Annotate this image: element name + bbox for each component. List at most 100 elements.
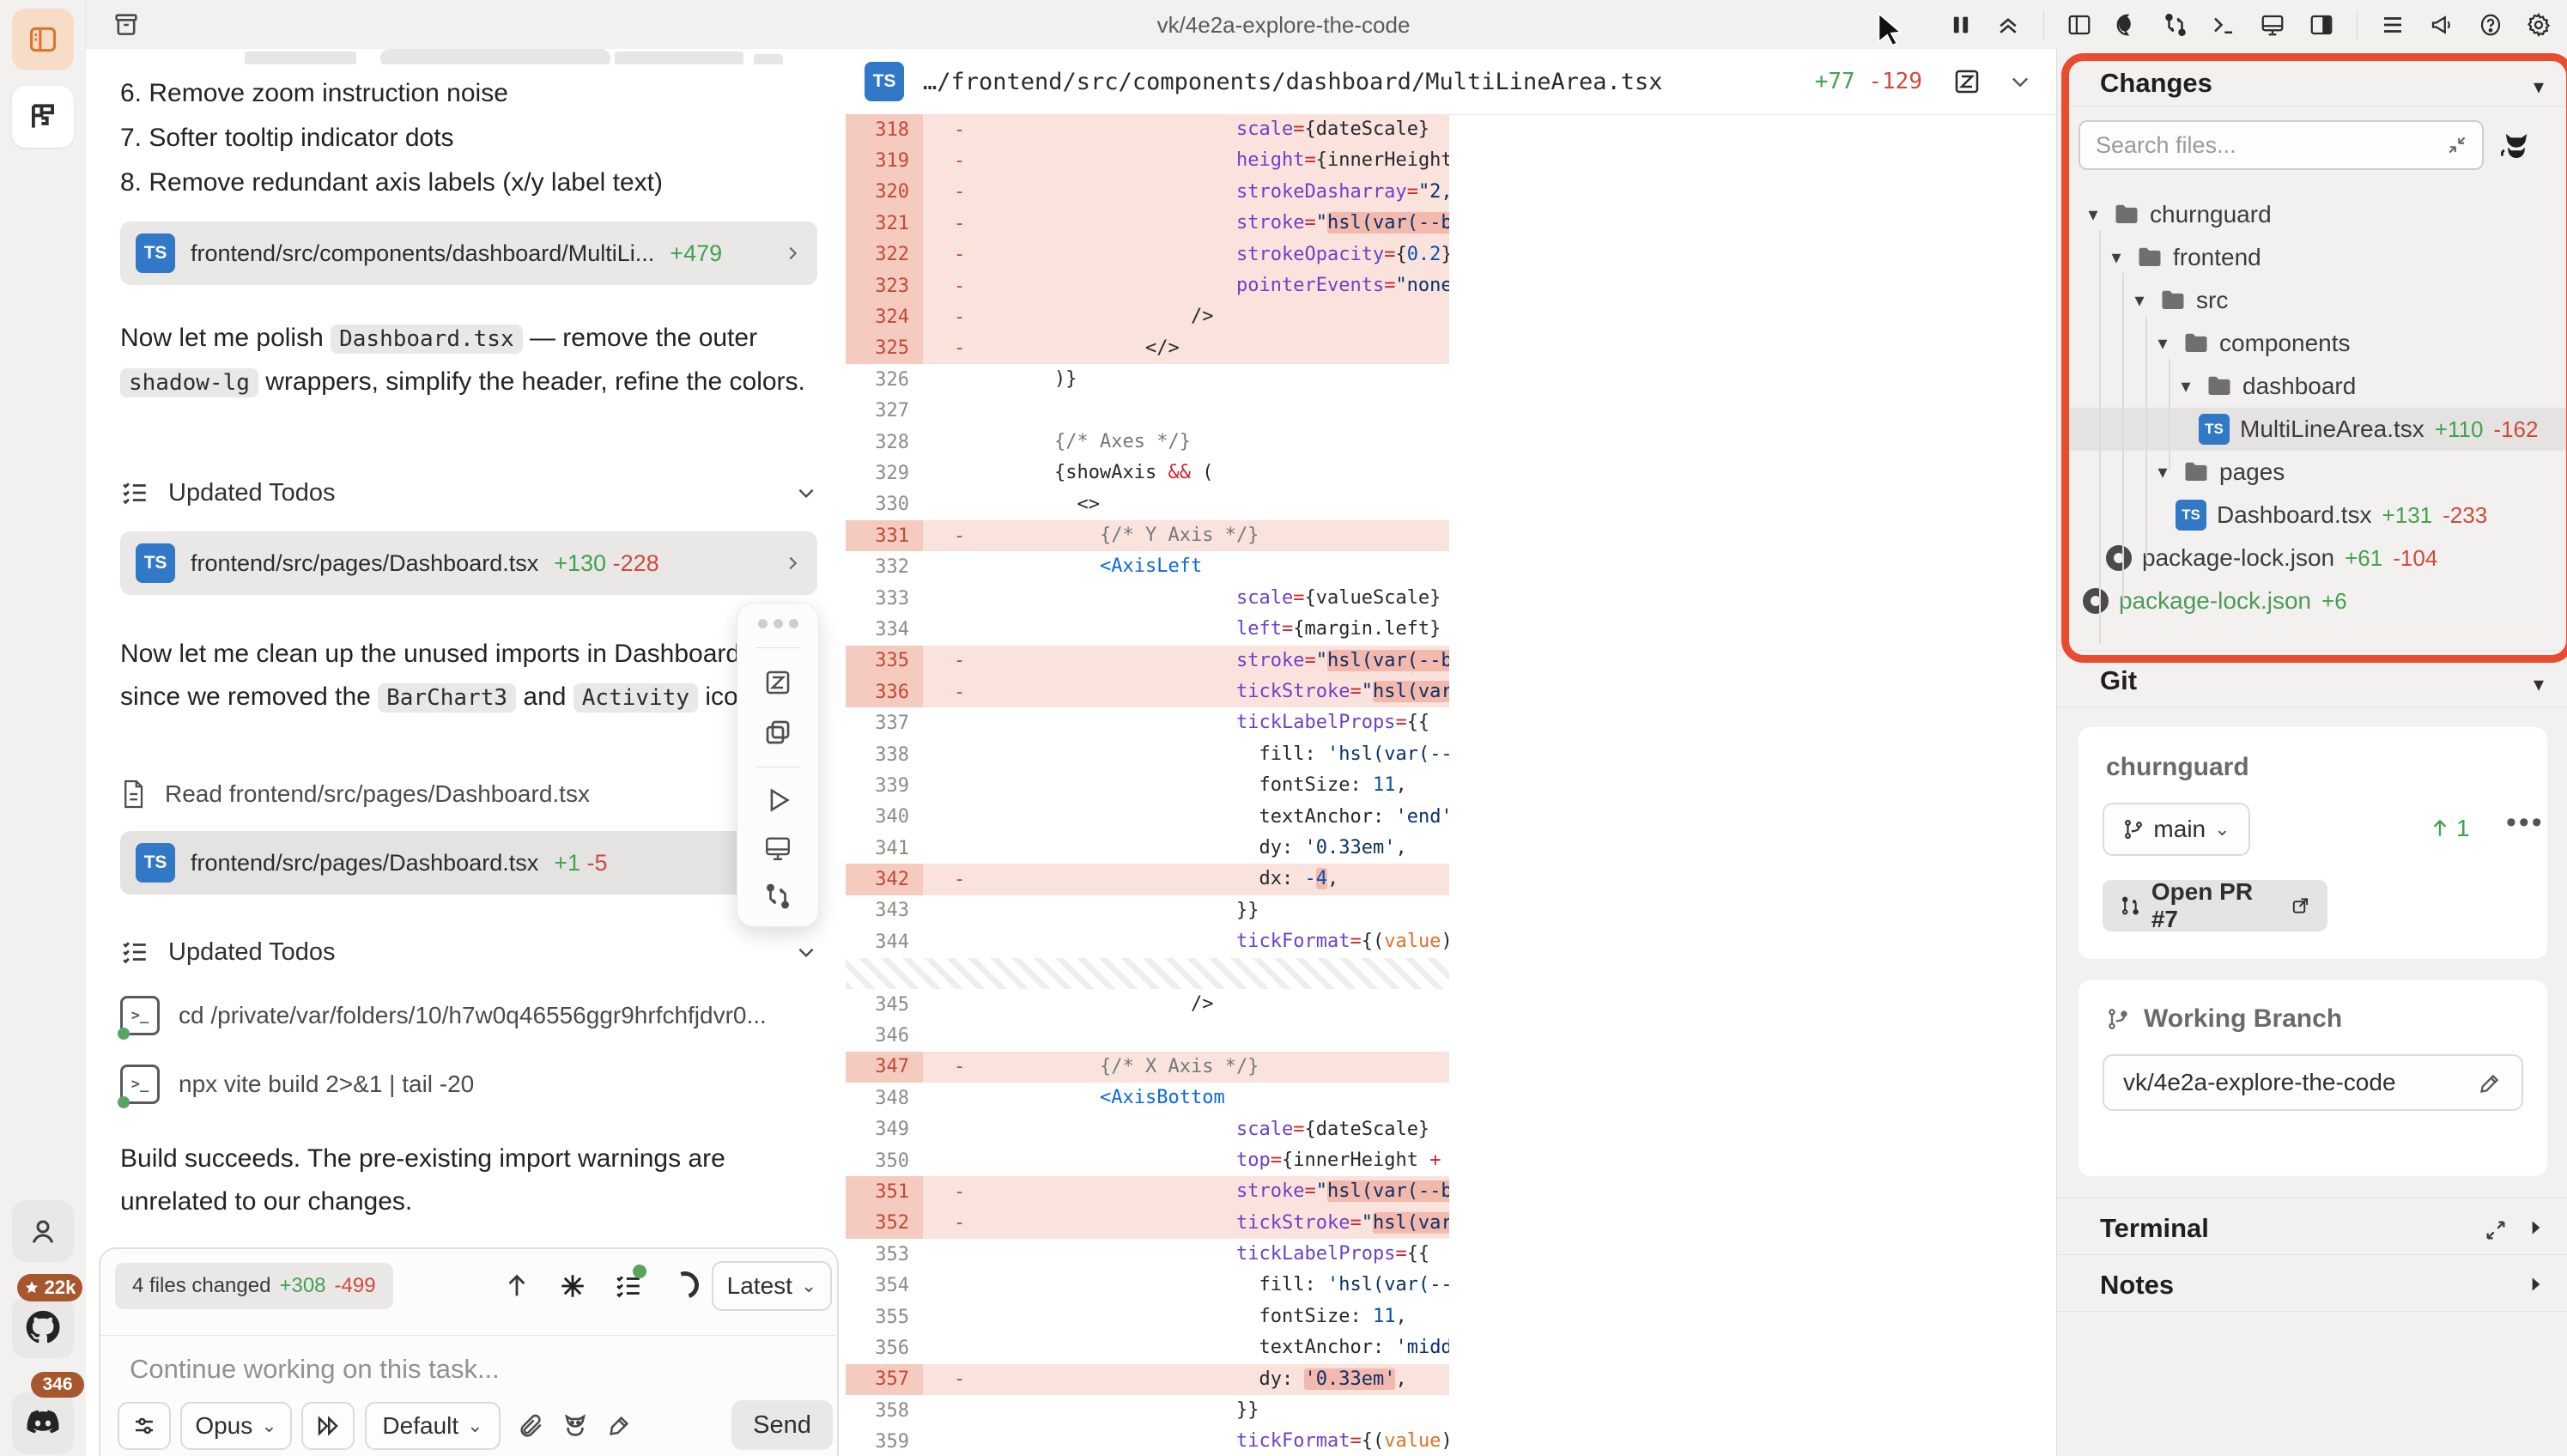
megaphone-icon[interactable] bbox=[2428, 12, 2455, 38]
caret-down-icon[interactable]: ▾ bbox=[2106, 246, 2127, 269]
file-diff-chip[interactable]: TS frontend/src/pages/Dashboard.tsx +1 -… bbox=[120, 831, 817, 895]
terminal-section-title[interactable]: Terminal bbox=[2100, 1213, 2209, 1244]
chat-panel: 6. Remove zoom instruction noise 7. Soft… bbox=[86, 49, 847, 1456]
files-changed-chip[interactable]: 4 files changed +308 -499 bbox=[115, 1263, 393, 1309]
terminal-prompt-icon[interactable] bbox=[2211, 12, 2236, 38]
changes-section-title[interactable]: Changes bbox=[2100, 68, 2212, 99]
terminal-command-row[interactable]: >_ npx vite build 2>&1 | tail -20 bbox=[120, 1065, 474, 1104]
terminal-command-row[interactable]: >_ cd /private/var/folders/10/h7w0q46556… bbox=[120, 996, 767, 1035]
diff-row: 327 bbox=[846, 396, 1449, 427]
tree-folder-row[interactable]: ▾churnguard bbox=[2066, 193, 2567, 236]
diff-row bbox=[846, 958, 1449, 989]
workspace-tile-active[interactable] bbox=[12, 9, 74, 70]
diff-row: 320-strokeDasharray="2,4 bbox=[846, 177, 1449, 208]
edit-diff-icon[interactable] bbox=[762, 667, 793, 698]
composer-input[interactable]: Continue working on this task... bbox=[130, 1354, 500, 1385]
tree-file-row[interactable]: package-lock.json+6 bbox=[2066, 579, 2567, 622]
file-diff-chip[interactable]: TS frontend/src/components/dashboard/Mul… bbox=[120, 221, 817, 285]
highlighter-pen-icon[interactable] bbox=[605, 1412, 633, 1440]
discord-count-badge: 346 bbox=[31, 1372, 84, 1398]
attach-paperclip-icon[interactable] bbox=[518, 1412, 545, 1440]
monitor-icon[interactable] bbox=[762, 834, 793, 863]
theme-contrast-icon[interactable] bbox=[2115, 12, 2140, 38]
mode-dropdown[interactable]: Default⌄ bbox=[365, 1402, 501, 1450]
help-icon[interactable] bbox=[2478, 12, 2503, 38]
spark-icon[interactable] bbox=[558, 1271, 587, 1301]
success-dot bbox=[118, 1028, 130, 1040]
tree-folder-row[interactable]: ▾pages bbox=[2066, 451, 2567, 494]
collapse-up-icon[interactable] bbox=[1995, 12, 2021, 38]
open-pr-button[interactable]: Open PR #7 bbox=[2103, 880, 2327, 931]
diff-row: 346 bbox=[846, 1020, 1449, 1051]
caret-down-icon[interactable]: ▾ bbox=[2083, 203, 2103, 226]
more-menu-icon[interactable]: ••• bbox=[2506, 806, 2545, 840]
diff-file-path: …/frontend/src/components/dashboard/Mult… bbox=[923, 69, 1663, 95]
chevron-down-icon[interactable] bbox=[795, 482, 817, 504]
discord-button[interactable] bbox=[12, 1392, 74, 1454]
diff-row: 334left={margin.left} bbox=[846, 614, 1449, 645]
expand-icon[interactable] bbox=[2484, 1218, 2508, 1242]
success-dot bbox=[118, 1096, 130, 1108]
chevron-right-icon[interactable] bbox=[2525, 1273, 2547, 1295]
tree-folder-row[interactable]: ▾components bbox=[2066, 322, 2567, 365]
fast-forward-button[interactable] bbox=[301, 1402, 355, 1450]
workspace-tile-board[interactable] bbox=[12, 86, 74, 148]
tree-folder-row[interactable]: ▾dashboard bbox=[2066, 365, 2567, 408]
composer-settings-button[interactable] bbox=[118, 1402, 171, 1450]
copy-icon[interactable] bbox=[762, 717, 793, 748]
chevron-down-icon[interactable] bbox=[795, 941, 817, 963]
branch-dropdown[interactable]: main⌄ bbox=[2103, 803, 2250, 856]
git-section-title[interactable]: Git bbox=[2100, 665, 2137, 696]
chevron-right-icon[interactable] bbox=[2525, 1216, 2547, 1239]
file-diff-chip[interactable]: TS frontend/src/pages/Dashboard.tsx +130… bbox=[120, 531, 817, 595]
pause-icon[interactable] bbox=[1949, 12, 1973, 38]
settings-gear-icon[interactable] bbox=[2526, 12, 2552, 38]
spinner-icon bbox=[667, 1267, 704, 1304]
search-files-box[interactable] bbox=[2078, 120, 2484, 170]
drag-handle-icon[interactable] bbox=[758, 619, 798, 628]
caret-down-icon[interactable]: ▾ bbox=[2129, 289, 2150, 312]
cat-files-icon[interactable] bbox=[2498, 128, 2534, 164]
caret-down-icon[interactable]: ▾ bbox=[2152, 332, 2173, 355]
todo-list-icon[interactable] bbox=[614, 1271, 643, 1301]
updated-todos-row[interactable]: Updated Todos bbox=[120, 478, 817, 507]
clipped-message-row bbox=[86, 49, 846, 64]
panel-right-icon[interactable] bbox=[2309, 12, 2334, 38]
model-dropdown[interactable]: Opus⌄ bbox=[180, 1402, 292, 1450]
git-compare-icon[interactable] bbox=[2163, 12, 2188, 38]
updated-todos-row[interactable]: Updated Todos bbox=[120, 937, 817, 967]
search-files-input[interactable] bbox=[2094, 131, 2437, 160]
typescript-icon: TS bbox=[865, 62, 904, 101]
tree-folder-row[interactable]: ▾frontend bbox=[2066, 236, 2567, 279]
diff-view-icon[interactable] bbox=[1951, 66, 1982, 97]
working-branch-input[interactable]: vk/4e2a-explore-the-code bbox=[2103, 1054, 2523, 1111]
tree-file-row[interactable]: package-lock.json+61-104 bbox=[2066, 537, 2567, 579]
menu-icon[interactable] bbox=[2380, 12, 2406, 38]
diff-row: 355fontSize: 11, bbox=[846, 1301, 1449, 1332]
diff-row: 341dy: '0.33em', bbox=[846, 833, 1449, 864]
chevron-down-icon[interactable] bbox=[2008, 70, 2032, 94]
panel-left-icon[interactable] bbox=[2066, 12, 2092, 38]
section-caret-icon[interactable]: ▾ bbox=[2534, 75, 2544, 100]
tree-folder-row[interactable]: ▾src bbox=[2066, 279, 2567, 322]
send-button[interactable]: Send bbox=[731, 1400, 833, 1450]
caret-down-icon[interactable]: ▾ bbox=[2176, 375, 2196, 397]
read-file-row[interactable]: Read frontend/src/pages/Dashboard.tsx bbox=[120, 779, 590, 810]
account-button[interactable] bbox=[12, 1200, 74, 1262]
notes-section-title[interactable]: Notes bbox=[2100, 1270, 2174, 1301]
collapse-tree-icon[interactable] bbox=[2446, 134, 2468, 156]
git-compare-icon[interactable] bbox=[763, 882, 792, 911]
cat-agent-icon[interactable] bbox=[561, 1410, 590, 1440]
toolbar-divider bbox=[2357, 10, 2358, 39]
monitor-icon[interactable] bbox=[2259, 12, 2286, 38]
app-window: vk/4e2a-explore-the-code bbox=[0, 0, 2567, 1456]
tree-file-row[interactable]: TSDashboard.tsx+131-233 bbox=[2066, 494, 2567, 537]
checklist-icon bbox=[120, 478, 149, 507]
scroll-up-icon[interactable] bbox=[502, 1271, 531, 1301]
push-ahead-count[interactable]: 1 bbox=[2429, 815, 2470, 842]
version-dropdown[interactable]: Latest⌄ bbox=[712, 1261, 832, 1311]
github-button[interactable] bbox=[12, 1296, 74, 1358]
section-caret-icon[interactable]: ▾ bbox=[2534, 672, 2544, 697]
tree-file-row[interactable]: TSMultiLineArea.tsx+110-162 bbox=[2066, 408, 2567, 451]
run-play-icon[interactable] bbox=[763, 786, 792, 815]
